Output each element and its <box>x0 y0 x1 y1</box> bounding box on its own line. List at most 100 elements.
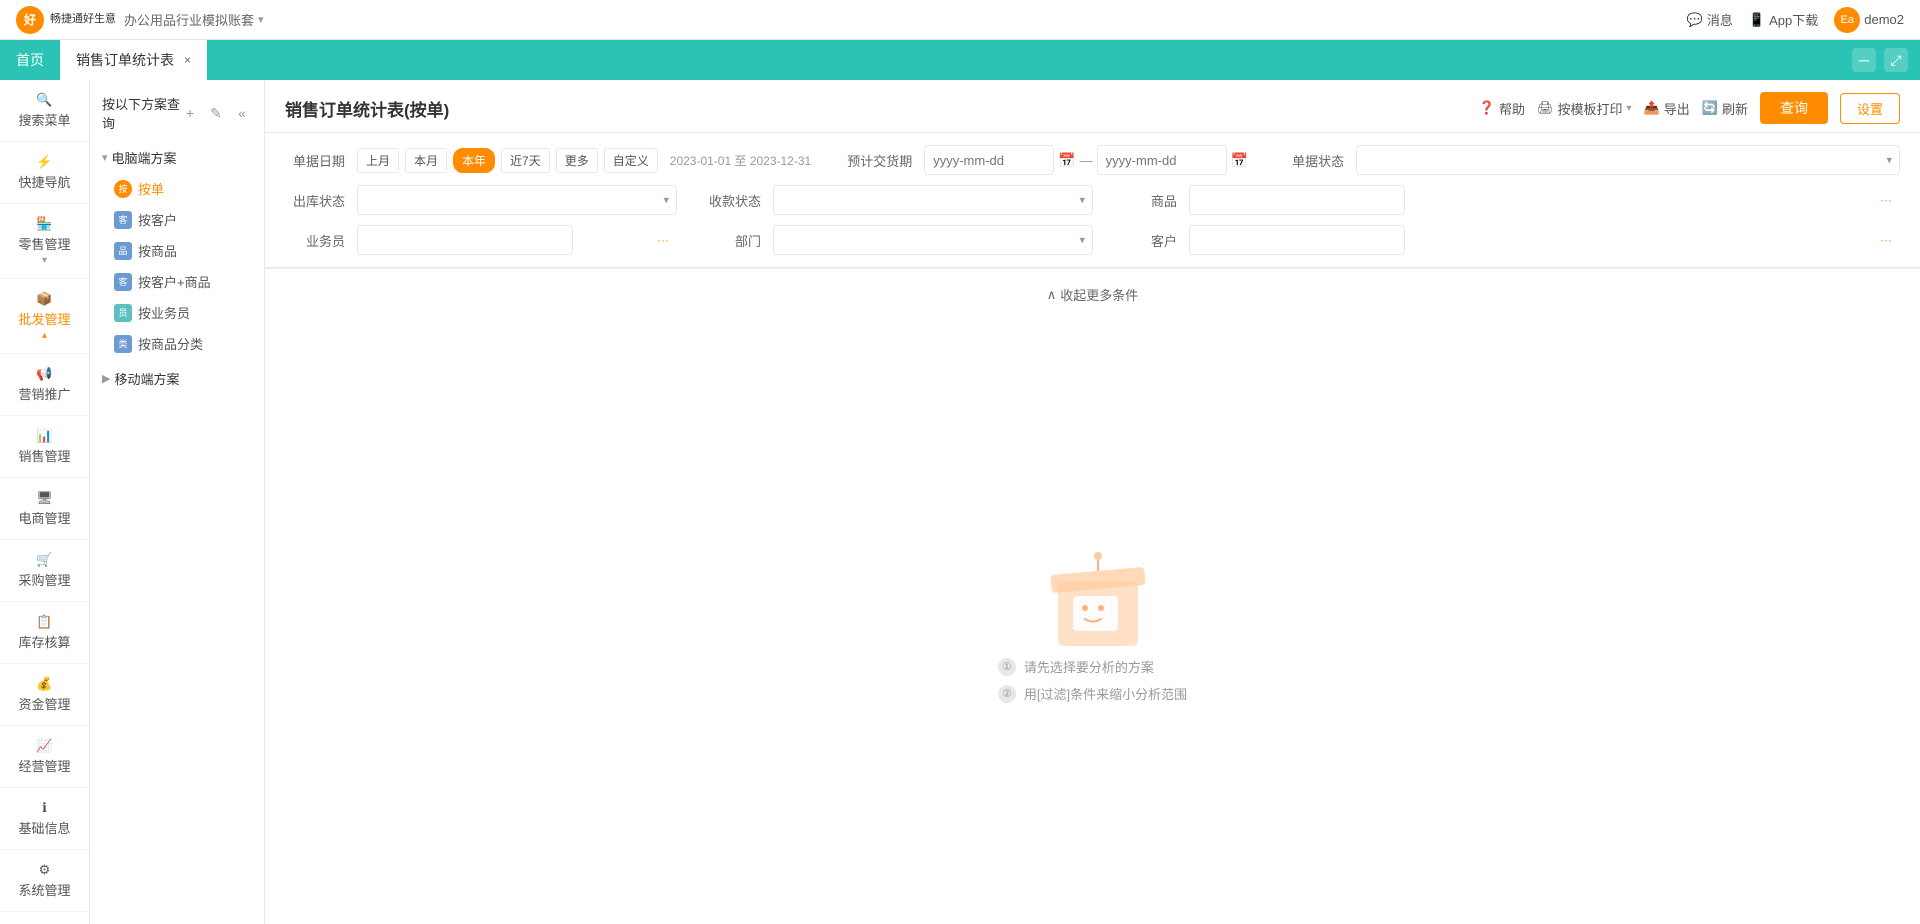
refresh-icon: 🔄 <box>1702 100 1718 116</box>
sidebar-item-collab[interactable]: 🤝 企业协同 <box>0 912 89 924</box>
sidebar-item-search[interactable]: 🔍 搜索菜单 <box>0 80 89 142</box>
sidebar-item-marketing[interactable]: 📢 营销推广 <box>0 354 89 416</box>
sidebar-system-label: 系统管理 <box>18 880 70 899</box>
date-separator: — <box>1080 153 1093 168</box>
empty-hints: ① 请先选择要分析的方案 ② 用[过滤]条件来缩小分析范围 <box>998 657 1187 703</box>
plan-item-by-category[interactable]: 类 按商品分类 <box>90 328 264 359</box>
tab-home[interactable]: 首页 <box>0 40 60 80</box>
date-label: 单据日期 <box>285 151 345 170</box>
department-select[interactable] <box>773 225 1093 255</box>
help-btn[interactable]: ❓ 帮助 <box>1479 99 1525 118</box>
collapse-panel-btn[interactable]: « <box>232 103 252 123</box>
add-plan-btn[interactable]: + <box>180 103 200 123</box>
refresh-btn[interactable]: 🔄 刷新 <box>1702 99 1748 118</box>
goods-label: 商品 <box>1117 191 1177 210</box>
collapse-row: ∧ 收起更多条件 <box>265 268 1920 320</box>
date-btn-more[interactable]: 更多 <box>556 148 598 173</box>
sidebar-item-sales[interactable]: 📊 销售管理 <box>0 416 89 478</box>
salesperson-more-btn[interactable]: ··· <box>657 233 669 247</box>
sidebar-inventory-label: 库存核算 <box>18 632 70 651</box>
plan-item-by-salesperson[interactable]: 员 按业务员 <box>90 297 264 328</box>
date-btn-7days[interactable]: 近7天 <box>501 148 550 173</box>
app-download-btn[interactable]: 📱 App下载 <box>1749 10 1818 29</box>
plan-item-by-customer-goods[interactable]: 客 按客户+商品 <box>90 266 264 297</box>
by-goods-label: 按商品 <box>138 241 177 260</box>
sidebar-item-quicknav[interactable]: ⚡ 快捷导航 <box>0 142 89 204</box>
user-avatar-area[interactable]: Ea demo2 <box>1834 7 1904 33</box>
sidebar-item-wholesale[interactable]: 📦 批发管理 ▴ <box>0 279 89 354</box>
goods-more-btn[interactable]: ··· <box>1880 193 1892 207</box>
by-customer-icon: 客 <box>114 211 132 229</box>
by-customer-label: 按客户 <box>138 210 177 229</box>
delivery-status-select[interactable] <box>357 185 677 215</box>
plan-item-by-order[interactable]: 按 按单 <box>90 173 264 204</box>
payment-chevron-icon: ▾ <box>1079 194 1085 207</box>
expected-date-label: 预计交货期 <box>847 151 912 170</box>
plan-item-by-goods[interactable]: 品 按商品 <box>90 235 264 266</box>
expected-date-start[interactable] <box>924 145 1054 175</box>
sidebar-item-system[interactable]: ⚙ 系统管理 <box>0 850 89 912</box>
settings-button[interactable]: 设置 <box>1840 93 1900 124</box>
sidebar-search-label: 搜索菜单 <box>18 110 70 129</box>
plan-item-by-customer[interactable]: 客 按客户 <box>90 204 264 235</box>
goods-input[interactable] <box>1189 185 1405 215</box>
system-icon: ⚙ <box>39 862 51 878</box>
tab-active[interactable]: 销售订单统计表 × <box>60 40 207 80</box>
hint-text-2: 用[过滤]条件来缩小分析范围 <box>1024 684 1187 703</box>
date-btn-custom[interactable]: 自定义 <box>604 148 658 173</box>
message-btn[interactable]: 💬 消息 <box>1687 10 1733 29</box>
by-order-label: 按单 <box>138 179 164 198</box>
sidebar-purchase-label: 采购管理 <box>18 570 70 589</box>
tab-fullscreen-btn[interactable]: ⤢ <box>1884 48 1908 72</box>
app-download-label: App下载 <box>1769 10 1818 29</box>
salesperson-label: 业务员 <box>285 231 345 250</box>
wholesale-icon: 📦 <box>36 291 52 307</box>
sidebar-ecommerce-label: 电商管理 <box>18 508 70 527</box>
template-print-btn[interactable]: 🖨 按模板打印 ▾ <box>1537 99 1632 118</box>
customer-input[interactable] <box>1189 225 1405 255</box>
export-btn[interactable]: 📤 导出 <box>1644 99 1690 118</box>
delivery-status-label: 出库状态 <box>285 191 345 210</box>
status-select[interactable] <box>1356 145 1900 175</box>
logo-area: 好 畅捷通好生意 <box>16 6 116 34</box>
help-icon: ❓ <box>1479 100 1495 116</box>
date-btn-lastmonth[interactable]: 上月 <box>357 148 399 173</box>
tab-close-icon[interactable]: × <box>184 53 191 67</box>
customer-more-btn[interactable]: ··· <box>1880 233 1892 247</box>
active-tab-label: 销售订单统计表 <box>76 50 174 70</box>
date-btn-thisyear[interactable]: 本年 <box>453 148 495 173</box>
sidebar-item-basic-info[interactable]: ℹ 基础信息 <box>0 788 89 850</box>
message-icon: 💬 <box>1687 12 1703 28</box>
delivery-status-wrap: ▾ <box>357 185 677 215</box>
sidebar-item-finance[interactable]: 💰 资金管理 <box>0 664 89 726</box>
breadcrumb: 办公用品行业模拟账套 ▾ <box>124 10 264 29</box>
sidebar-item-retail[interactable]: 🏪 零售管理 ▾ <box>0 204 89 279</box>
sidebar-item-operations[interactable]: 📈 经营管理 <box>0 726 89 788</box>
retail-arrow-icon: ▾ <box>42 255 47 266</box>
sidebar-item-inventory[interactable]: 📋 库存核算 <box>0 602 89 664</box>
pc-section-header[interactable]: ▾ 电脑端方案 <box>90 142 264 173</box>
calendar-icon-1[interactable]: 📅 <box>1058 152 1075 169</box>
mobile-section-arrow: ▶ <box>102 372 110 385</box>
empty-hint-2: ② 用[过滤]条件来缩小分析范围 <box>998 684 1187 703</box>
edit-plan-btn[interactable]: ✎ <box>206 103 226 123</box>
query-button[interactable]: 查询 <box>1760 92 1828 124</box>
filter-row-3: 业务员 ··· 部门 ▾ 客户 ··· <box>285 225 1900 255</box>
department-label: 部门 <box>701 231 761 250</box>
salesperson-input[interactable] <box>357 225 573 255</box>
mobile-section-header[interactable]: ▶ 移动端方案 <box>90 363 264 394</box>
filter-area: 单据日期 上月 本月 本年 近7天 更多 自定义 2023-01-01 至 20… <box>265 133 1920 268</box>
payment-status-wrap: ▾ <box>773 185 1093 215</box>
calendar-icon-2[interactable]: 📅 <box>1231 152 1248 169</box>
date-btn-thismonth[interactable]: 本月 <box>405 148 447 173</box>
content-area: 按以下方案查询 + ✎ « ▾ 电脑端方案 按 按单 客 按 <box>90 80 1920 924</box>
collapse-btn[interactable]: ∧ 收起更多条件 <box>1041 279 1145 310</box>
payment-status-select[interactable] <box>773 185 1093 215</box>
tab-minimize-btn[interactable]: ─ <box>1852 48 1876 72</box>
message-label: 消息 <box>1707 10 1733 29</box>
empty-hint-1: ① 请先选择要分析的方案 <box>998 657 1187 676</box>
sidebar-item-ecommerce[interactable]: 🖥 电商管理 <box>0 478 89 540</box>
sidebar-operations-label: 经营管理 <box>18 756 70 775</box>
sidebar-item-purchase[interactable]: 🛒 采购管理 <box>0 540 89 602</box>
expected-date-end[interactable] <box>1097 145 1227 175</box>
